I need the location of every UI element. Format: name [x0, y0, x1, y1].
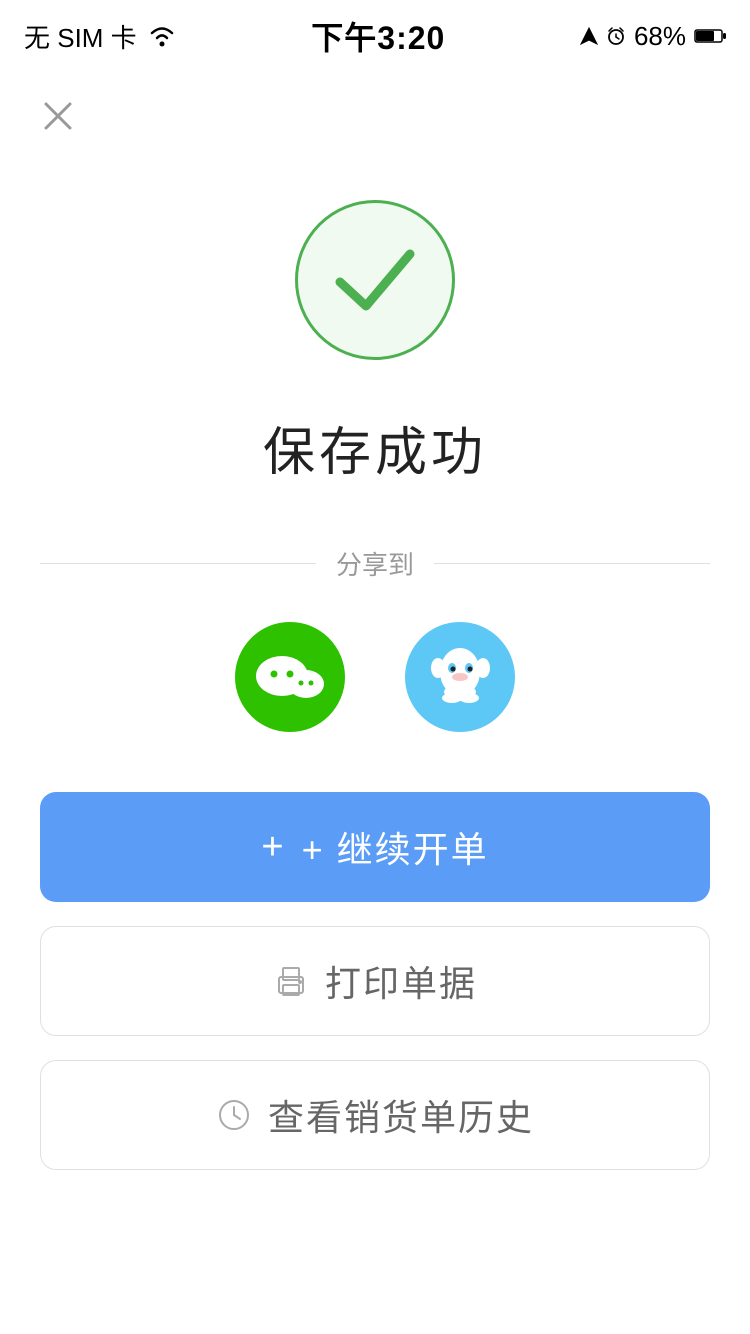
share-label: 分享到 [336, 545, 414, 582]
checkmark-icon [330, 240, 420, 320]
close-button[interactable] [30, 88, 86, 144]
print-icon [273, 963, 309, 999]
history-button[interactable]: 查看销货单历史 [40, 1060, 710, 1170]
qq-logo [428, 642, 493, 712]
status-bar: 无 SIM 卡 下午3:20 68% [0, 0, 750, 72]
continue-label: + 继续开单 [302, 821, 489, 873]
success-icon-circle [295, 200, 455, 360]
wechat-logo [254, 646, 326, 708]
qq-share-button[interactable] [405, 622, 515, 732]
share-divider: 分享到 [40, 545, 710, 582]
divider-left [40, 563, 316, 564]
print-label: 打印单据 [325, 955, 477, 1007]
history-icon [216, 1097, 252, 1133]
status-time: 下午3:20 [311, 13, 445, 59]
no-sim-text: 无 SIM 卡 [24, 18, 137, 55]
location-icon [580, 27, 598, 45]
print-button[interactable]: 打印单据 [40, 926, 710, 1036]
continue-icon: + [261, 826, 285, 869]
nav-bar [0, 72, 750, 160]
status-right: 68% [580, 21, 726, 52]
battery-icon [694, 27, 726, 45]
history-label: 查看销货单历史 [268, 1089, 534, 1141]
wifi-icon [147, 25, 177, 47]
share-section: 分享到 [40, 545, 710, 732]
action-buttons: + + 继续开单 打印单据 查看销货单历史 [40, 792, 710, 1170]
battery-percent: 68% [634, 21, 686, 52]
continue-order-button[interactable]: + + 继续开单 [40, 792, 710, 902]
alarm-icon [606, 26, 626, 46]
wechat-share-button[interactable] [235, 622, 345, 732]
status-left: 无 SIM 卡 [24, 18, 177, 55]
share-icons [40, 622, 710, 732]
close-icon [41, 99, 75, 133]
main-content: 保存成功 分享到 [0, 160, 750, 1230]
success-title: 保存成功 [263, 410, 487, 485]
divider-right [434, 563, 710, 564]
